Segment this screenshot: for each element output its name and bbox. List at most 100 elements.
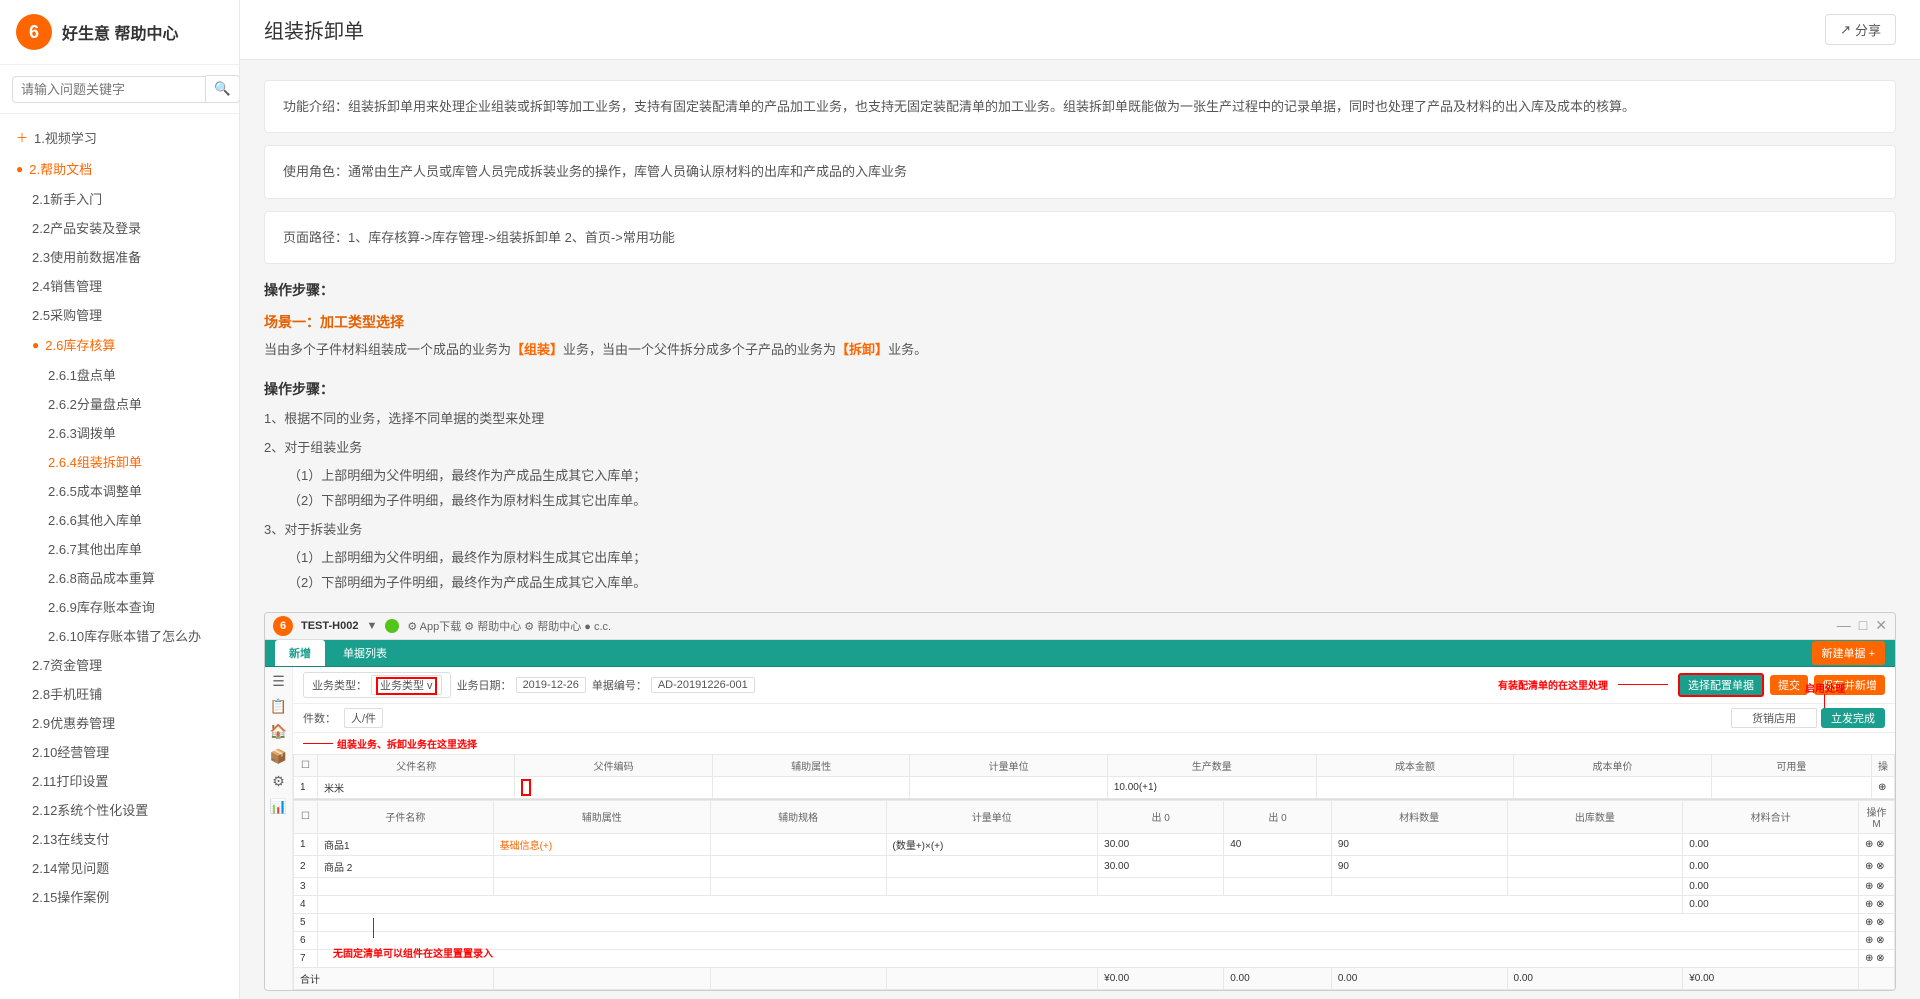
ss-close[interactable]: ✕ — [1875, 617, 1887, 634]
ss-td2-out2: 40 — [1224, 833, 1332, 855]
table-row: 3 0.00 — [294, 877, 1895, 895]
ss-td2-attr: 基础信息(+) — [493, 833, 710, 855]
ss-td2-seq: 5 — [294, 913, 318, 931]
ss-th-unit: 计量单位 — [910, 754, 1107, 776]
ss-icon-2: 📋 — [270, 698, 287, 715]
sidebar-item-inventory-label: 2.6库存核算 — [45, 335, 115, 354]
ss-footer-v8: ¥0.00 — [1683, 967, 1859, 989]
ss-tabbar: 新增 单据列表 新建单据 + — [265, 640, 1895, 667]
ss-window-controls: — □ ✕ — [1837, 617, 1887, 634]
search-input[interactable] — [12, 76, 206, 103]
sidebar-item-faq[interactable]: 2.14常见问题 — [0, 853, 239, 882]
sidebar-item-partial-count[interactable]: 2.6.2分量盘点单 — [0, 389, 239, 418]
top-bar: 组装拆卸单 ↗ 分享 — [240, 0, 1920, 60]
ss-td2-out-qty — [1507, 877, 1683, 895]
ss-type-selector[interactable]: 业务类型： 业务类型 v — [303, 672, 451, 698]
ss-th-aux-attr: 辅助属性 — [712, 754, 909, 776]
ss-th2-unit: 计量单位 — [886, 800, 1098, 833]
ss-code-highlight — [521, 779, 531, 796]
ss-date-value[interactable]: 2019-12-26 — [516, 677, 586, 693]
ss-annotation4: 无固定清单可以组件在这里置置录入 — [333, 945, 493, 960]
ss-td2-spec — [710, 877, 886, 895]
ss-company: TEST-H002 — [301, 620, 358, 632]
ss-th2-mat-qty: 材料数量 — [1331, 800, 1507, 833]
ss-td2-name: 商品1 — [318, 833, 494, 855]
sidebar-item-install[interactable]: 2.2产品安装及登录 — [0, 213, 239, 242]
ss-type-value[interactable]: 业务类型 v — [371, 675, 442, 695]
ss-minimize[interactable]: — — [1837, 617, 1851, 634]
step2: 2、对于组装业务 — [264, 436, 1896, 461]
sidebar-item-purchase[interactable]: 2.5采购管理 — [0, 300, 239, 329]
ss-th-parent-code: 父件编码 — [515, 754, 712, 776]
ss-td-op: ⊕ — [1872, 776, 1895, 798]
sidebar-item-finance[interactable]: 2.7资金管理 — [0, 650, 239, 679]
ss-footer-v1 — [493, 967, 710, 989]
ss-btn-new-doc[interactable]: 新建单据 + — [1812, 641, 1885, 665]
sidebar-item-print[interactable]: 2.11打印设置 — [0, 766, 239, 795]
ss-th-ops: 操 — [1872, 754, 1895, 776]
logo-icon: 6 — [16, 14, 52, 50]
ss-count-value[interactable]: 人/件 — [344, 708, 383, 728]
ss-arrow3 — [1824, 694, 1825, 708]
ss-type-highlight: 业务类型 v — [376, 677, 437, 695]
ss-btn-submit[interactable]: 提交 — [1770, 675, 1808, 695]
ops-sub-title: 操作步骤： — [264, 379, 1896, 399]
sidebar-item-system[interactable]: 2.12系统个性化设置 — [0, 795, 239, 824]
ss-th2-out-qty: 出库数量 — [1507, 800, 1683, 833]
sidebar-item-stock-count[interactable]: 2.6.1盘点单 — [0, 360, 239, 389]
ss-logo-icon: 6 — [273, 616, 293, 636]
ops-title: 操作步骤： — [264, 280, 1896, 300]
sidebar-item-ops[interactable]: 2.10经营管理 — [0, 737, 239, 766]
ss-td2-mat-qty: 90 — [1331, 855, 1507, 877]
ss-th2-attr: 辅助属性 — [493, 800, 710, 833]
ss-td-pcode — [515, 776, 712, 798]
ss-footer-row: 合计 ¥0.00 0.00 0.00 0.00 ¥0.00 — [294, 967, 1895, 989]
ss-th2-name: 子件名称 — [318, 800, 494, 833]
ss-btn-confirm[interactable]: 立发完成 — [1821, 708, 1885, 728]
ss-arrow4 — [373, 918, 374, 938]
sidebar-item-label: 2.帮助文档 — [29, 159, 92, 178]
sidebar-item-mobile[interactable]: 2.8手机旺铺 — [0, 679, 239, 708]
sidebar-item-cost-adjust[interactable]: 2.6.5成本调整单 — [0, 476, 239, 505]
ss-tab-list[interactable]: 单据列表 — [329, 640, 401, 666]
sidebar-item-payment[interactable]: 2.13在线支付 — [0, 824, 239, 853]
share-button[interactable]: ↗ 分享 — [1825, 14, 1896, 45]
sidebar-item-data-prep[interactable]: 2.3使用前数据准备 — [0, 242, 239, 271]
ss-lower-table: ☐ 子件名称 辅助属性 辅助规格 计量单位 出 0 出 0 材料数量 出库数量 — [293, 800, 1895, 990]
ss-td-avail — [1711, 776, 1871, 798]
sidebar-item-sales[interactable]: 2.4销售管理 — [0, 271, 239, 300]
sidebar-item-coupon[interactable]: 2.9优惠券管理 — [0, 708, 239, 737]
ss-th2-check: ☐ — [294, 800, 318, 833]
ss-lower-table-section: 无固定清单可以组件在这里置置录入 ☐ 子件名称 辅助属性 辅助规格 — [293, 800, 1895, 990]
sidebar-item-inventory[interactable]: ● 2.6库存核算 — [0, 329, 239, 360]
sidebar-item-ledger-query[interactable]: 2.6.9库存账本查询 — [0, 592, 239, 621]
ss-td2-op: ⊕ ⊗ — [1859, 949, 1895, 967]
ss-maximize[interactable]: □ — [1859, 617, 1867, 634]
ss-footer-v3 — [886, 967, 1098, 989]
search-button[interactable]: 🔍 — [206, 75, 240, 103]
sidebar-item-other-out[interactable]: 2.6.7其他出库单 — [0, 534, 239, 563]
ss-dropdown[interactable]: ▼ — [366, 620, 377, 632]
sidebar-item-other-in[interactable]: 2.6.6其他入库单 — [0, 505, 239, 534]
ss-store-group: 货销店用 立发完成 启用处理 — [1731, 708, 1885, 728]
ss-td2-out1 — [1098, 877, 1224, 895]
ss-td2-unit — [886, 877, 1098, 895]
ss-td2-empty — [318, 931, 1859, 949]
ss-tab-new[interactable]: 新增 — [275, 640, 325, 666]
ss-app-info: ⚙ App下载 ⚙ 帮助中心 ⚙ 帮助中心 ● c.c. — [407, 618, 611, 634]
ss-td2-op: ⊕ ⊗ — [1859, 931, 1895, 949]
sidebar-item-new-user[interactable]: 2.1新手入门 — [0, 184, 239, 213]
sidebar-item-cost-recalc[interactable]: 2.6.8商品成本重算 — [0, 563, 239, 592]
step3: 3、对于拆装业务 — [264, 518, 1896, 543]
sidebar-item-video-learning[interactable]: ＋ 1.视频学习 — [0, 122, 239, 153]
sidebar-item-transfer[interactable]: 2.6.3调拨单 — [0, 418, 239, 447]
sidebar-item-cases[interactable]: 2.15操作案例 — [0, 882, 239, 911]
ss-store-field[interactable]: 货销店用 — [1731, 708, 1817, 728]
table-row: 5 ⊕ ⊗ — [294, 913, 1895, 931]
ss-btn-config[interactable]: 选择配置单据 — [1678, 673, 1764, 697]
ss-content: 业务类型： 业务类型 v 业务日期： 2019-12-26 单据编号： — [293, 667, 1895, 990]
sidebar-item-help-docs[interactable]: ● 2.帮助文档 — [0, 153, 239, 184]
sidebar-item-assembly[interactable]: 2.6.4组装拆卸单 — [0, 447, 239, 476]
sidebar-item-ledger-fix[interactable]: 2.6.10库存账本错了怎么办 — [0, 621, 239, 650]
ss-code-value[interactable]: AD-20191226-001 — [651, 677, 755, 693]
